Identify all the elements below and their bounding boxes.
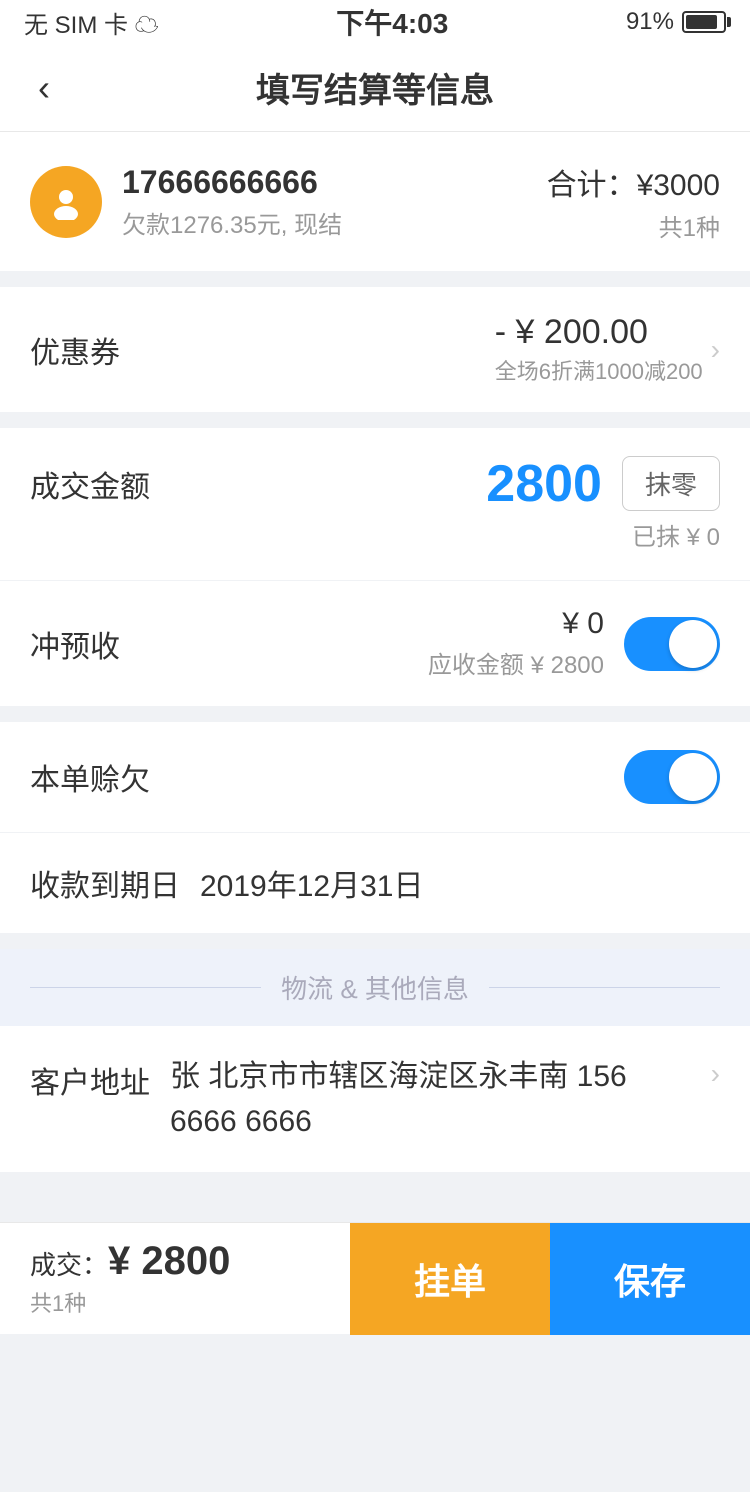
coupon-desc: 全场6折满1000减200 <box>495 354 703 386</box>
sim-label: 无 SIM 卡 ☁ <box>24 5 159 40</box>
duedate-card: 收款到期日 2019年12月31日 <box>0 832 750 933</box>
hold-button[interactable]: 挂单 <box>350 1223 550 1335</box>
round-button[interactable]: 抹零 <box>622 456 720 511</box>
toggle-knob <box>669 620 717 668</box>
bottom-bar: 成交：¥ 2800 共1种 挂单 保存 <box>0 1222 750 1334</box>
save-button[interactable]: 保存 <box>550 1223 750 1335</box>
credit-card: 本单赊欠 <box>0 722 750 832</box>
credit-toggle-knob <box>669 753 717 801</box>
prepay-amount: ¥ 0 <box>428 607 604 641</box>
address-arrow-icon: › <box>711 1054 720 1090</box>
deal-amount: 2800 <box>486 458 602 510</box>
total-amount: 合计：¥3000 <box>547 160 720 204</box>
logistics-line-left <box>30 987 261 988</box>
prepay-label: 冲预收 <box>30 622 120 666</box>
credit-label: 本单赊欠 <box>30 755 150 799</box>
coupon-arrow-icon: › <box>711 334 720 366</box>
total-count: 共1种 <box>547 208 720 243</box>
logistics-line-right <box>489 987 720 988</box>
address-row[interactable]: 客户地址 张 北京市市辖区海淀区永丰南 156 6666 6666 › <box>0 1026 750 1172</box>
logistics-title: 物流 & 其他信息 <box>281 969 469 1006</box>
coupon-amount: - ¥ 200.00 <box>495 313 703 352</box>
deal-label: 成交金额 <box>30 462 150 506</box>
status-right: 91% <box>626 8 726 36</box>
prepay-sub: 应收金额 ¥ 2800 <box>428 645 604 680</box>
status-left: 无 SIM 卡 ☁ <box>24 5 159 40</box>
battery-icon <box>682 11 726 33</box>
address-value: 张 北京市市辖区海淀区永丰南 156 6666 6666 <box>170 1054 701 1144</box>
prepay-row: 冲预收 ¥ 0 应收金额 ¥ 2800 <box>0 580 750 706</box>
deal-card: 成交金额 2800 抹零 已抹 ¥ 0 <box>0 428 750 580</box>
deal-sub: 已抹 ¥ 0 <box>30 517 720 552</box>
status-time: 下午4:03 <box>336 2 448 42</box>
nav-bar: ‹ 填写结算等信息 <box>0 44 750 132</box>
address-label: 客户地址 <box>30 1054 150 1102</box>
logistics-separator <box>0 933 750 949</box>
coupon-label: 优惠券 <box>30 328 120 372</box>
customer-debt: 欠款1276.35元, 现结 <box>122 205 342 240</box>
bottom-deal-label: 成交：¥ 2800 <box>30 1239 320 1284</box>
bottom-summary: 成交：¥ 2800 共1种 <box>0 1239 350 1318</box>
duedate-value: 2019年12月31日 <box>200 861 423 905</box>
customer-phone: 17666666666 <box>122 164 342 201</box>
coupon-row[interactable]: 优惠券 - ¥ 200.00 全场6折满1000减200 › <box>0 287 750 412</box>
credit-toggle[interactable] <box>624 750 720 804</box>
nav-title: 填写结算等信息 <box>256 63 494 112</box>
section-gap-2 <box>0 706 750 722</box>
section-gap-1 <box>0 412 750 428</box>
customer-card: 17666666666 欠款1276.35元, 现结 合计：¥3000 共1种 <box>0 132 750 271</box>
prepay-toggle[interactable] <box>624 617 720 671</box>
duedate-label: 收款到期日 <box>30 861 180 905</box>
logistics-header: 物流 & 其他信息 <box>0 949 750 1026</box>
bottom-amount: ¥ 2800 <box>108 1239 230 1283</box>
status-bar: 无 SIM 卡 ☁ 下午4:03 91% <box>0 0 750 44</box>
customer-total: 合计：¥3000 共1种 <box>547 160 720 243</box>
avatar <box>30 166 102 238</box>
back-button[interactable]: ‹ <box>28 57 60 119</box>
bottom-count: 共1种 <box>30 1286 320 1318</box>
battery-percent: 91% <box>626 8 674 36</box>
